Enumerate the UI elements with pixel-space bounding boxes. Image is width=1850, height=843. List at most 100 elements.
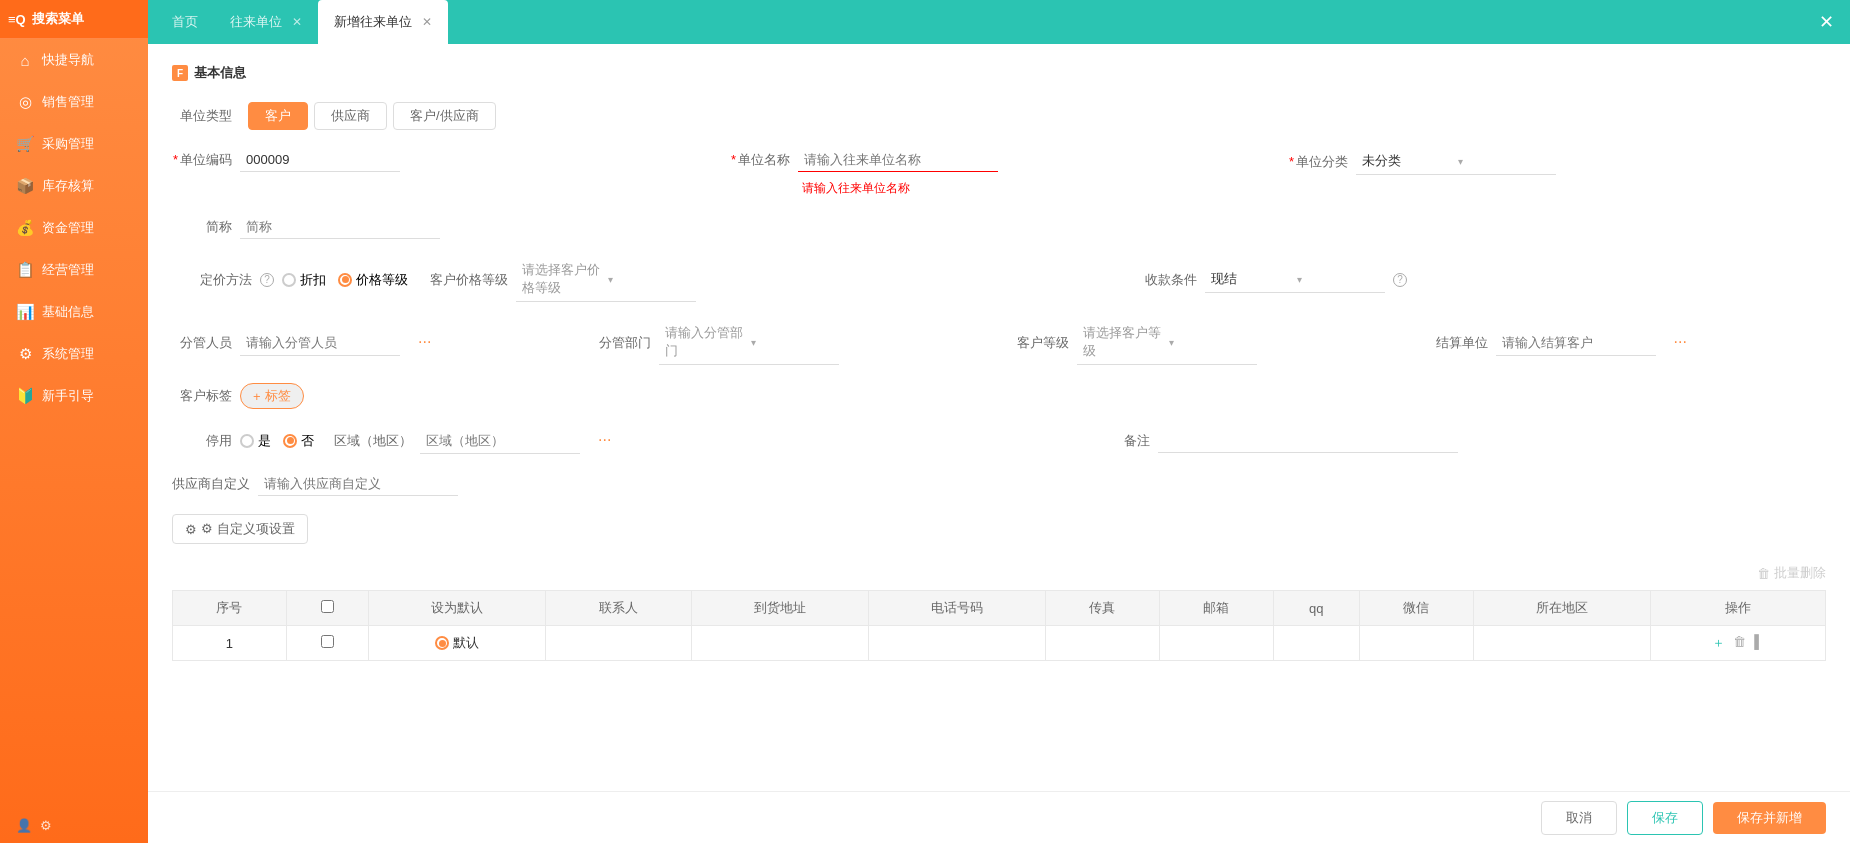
unit-code-label: *单位编码 [172, 151, 232, 169]
region-more-icon[interactable]: ··· [598, 431, 611, 449]
save-and-new-button[interactable]: 保存并新增 [1713, 802, 1826, 834]
sidebar-item-label: 快捷导航 [42, 51, 94, 69]
radio-price-level-label: 价格等级 [356, 271, 408, 289]
row-delete-icon[interactable]: 🗑 [1733, 634, 1746, 652]
region-input-wrap: ··· [420, 427, 580, 454]
sidebar-item-purchase[interactable]: 🛒 采购管理 [0, 123, 148, 165]
select-all-checkbox[interactable] [321, 600, 334, 613]
sidebar-item-system[interactable]: ⚙ 系统管理 [0, 333, 148, 375]
row-add-icon[interactable]: ＋ [1712, 634, 1725, 652]
pricing-help-icon[interactable]: ? [260, 273, 274, 287]
form-group-customer-tag: 客户标签 + 标签 [172, 383, 1826, 409]
contact-table: 序号 设为默认 联系人 到货地址 电话号码 传真 邮箱 qq 微信 所在地区 操… [172, 590, 1826, 661]
disabled-radio-group: 是 否 [240, 432, 314, 450]
sidebar-item-inventory[interactable]: 📦 库存核算 [0, 165, 148, 207]
form-group-manager: 分管人员 ··· [172, 329, 571, 356]
col-contact: 联系人 [546, 591, 691, 626]
chevron-down-icon: ▾ [1458, 156, 1550, 167]
radio-discount-outer [282, 273, 296, 287]
manager-label: 分管人员 [172, 334, 232, 352]
tab-new-partner[interactable]: 新增往来单位 ✕ [318, 0, 448, 44]
purchase-icon: 🛒 [16, 135, 34, 153]
home-icon: ⌂ [16, 51, 34, 69]
row-actions: ＋ 🗑 ▌ [1661, 634, 1815, 652]
form-group-disabled: 停用 是 否 [172, 432, 314, 450]
remark-input[interactable] [1158, 429, 1458, 453]
sidebar-item-quick-nav[interactable]: ⌂ 快捷导航 [0, 39, 148, 81]
radio-no-inner [287, 437, 294, 444]
tab-new-partner-label: 新增往来单位 [334, 13, 412, 31]
form-group-remark: 备注 [1090, 429, 1826, 453]
short-name-label: 简称 [172, 218, 232, 236]
col-email: 邮箱 [1159, 591, 1273, 626]
col-action: 操作 [1650, 591, 1825, 626]
radio-price-level[interactable]: 价格等级 [338, 271, 408, 289]
settlement-input-wrap: ··· [1496, 329, 1656, 356]
form-group-pricing-method: 定价方法 ? 折扣 价格等级 [172, 271, 408, 289]
form-group-payment-terms: 收款条件 现结 ▾ ? [1137, 266, 1826, 293]
cell-seq: 1 [173, 626, 287, 661]
sidebar-item-finance[interactable]: 💰 资金管理 [0, 207, 148, 249]
unit-name-input[interactable] [798, 148, 998, 172]
sidebar-footer: 👤 ⚙ [0, 808, 148, 843]
custom-settings-button[interactable]: ⚙ ⚙ 自定义项设置 [172, 514, 308, 544]
form-group-name: *单位名称 请输入往来单位名称 [730, 148, 1268, 197]
sidebar-item-operations[interactable]: 📋 经营管理 [0, 249, 148, 291]
cancel-button[interactable]: 取消 [1541, 801, 1617, 835]
tab-home[interactable]: 首页 [156, 0, 214, 44]
col-seq: 序号 [173, 591, 287, 626]
customer-tag-add-button[interactable]: + 标签 [240, 383, 304, 409]
form-row-customer-tag: 客户标签 + 标签 [172, 383, 1826, 409]
chevron-down-icon4: ▾ [751, 337, 833, 348]
radio-no[interactable]: 否 [283, 432, 314, 450]
unit-category-select[interactable]: 未分类 ▾ [1356, 148, 1556, 175]
settlement-input[interactable] [1502, 335, 1670, 350]
batch-delete-button[interactable]: 🗑 批量删除 [1757, 564, 1826, 582]
sidebar-search[interactable]: ≡Q 搜索菜单 [0, 0, 148, 39]
tab-partners-close[interactable]: ✕ [292, 15, 302, 29]
finance-icon: 💰 [16, 219, 34, 237]
row-checkbox[interactable] [321, 635, 334, 648]
manager-input[interactable] [246, 335, 414, 350]
supplier-custom-input[interactable] [258, 472, 458, 496]
btn-type-supplier[interactable]: 供应商 [314, 102, 387, 130]
customer-level-select[interactable]: 请选择客户等级 ▾ [1077, 320, 1257, 365]
col-region: 所在地区 [1473, 591, 1650, 626]
btn-type-customer[interactable]: 客户 [248, 102, 308, 130]
form-row-unit-type: 单位类型 客户 供应商 客户/供应商 [172, 102, 1826, 130]
form-group-settlement: 结算单位 ··· [1428, 329, 1827, 356]
customer-price-level-select[interactable]: 请选择客户价格等级 ▾ [516, 257, 696, 302]
chevron-down-icon5: ▾ [1169, 337, 1251, 348]
payment-help-icon[interactable]: ? [1393, 273, 1407, 287]
settlement-more-icon[interactable]: ··· [1674, 333, 1687, 351]
unit-code-input[interactable] [240, 148, 400, 172]
radio-no-outer [283, 434, 297, 448]
tab-partners[interactable]: 往来单位 ✕ [214, 0, 318, 44]
tag-btn-label: 标签 [265, 387, 291, 405]
customer-tag-label: 客户标签 [172, 387, 232, 405]
section-title-label: 基本信息 [194, 64, 246, 82]
save-button[interactable]: 保存 [1627, 801, 1703, 835]
btn-type-both[interactable]: 客户/供应商 [393, 102, 496, 130]
dept-select[interactable]: 请输入分管部门 ▾ [659, 320, 839, 365]
sidebar-item-basic-info[interactable]: 📊 基础信息 [0, 291, 148, 333]
tab-new-partner-close[interactable]: ✕ [422, 15, 432, 29]
sidebar-item-guide[interactable]: 🔰 新手引导 [0, 375, 148, 417]
manager-more-icon[interactable]: ··· [418, 333, 431, 351]
search-icon: ≡Q [8, 12, 26, 27]
sidebar-item-label: 销售管理 [42, 93, 94, 111]
sidebar-item-sales[interactable]: ◎ 销售管理 [0, 81, 148, 123]
operations-icon: 📋 [16, 261, 34, 279]
region-input[interactable] [426, 433, 594, 448]
row-default-radio[interactable]: 默认 [379, 634, 535, 652]
sidebar-item-label: 采购管理 [42, 135, 94, 153]
dept-label: 分管部门 [591, 334, 651, 352]
cell-default: 默认 [369, 626, 546, 661]
pricing-method-label: 定价方法 [172, 271, 252, 289]
payment-terms-select[interactable]: 现结 ▾ [1205, 266, 1385, 293]
radio-yes[interactable]: 是 [240, 432, 271, 450]
radio-discount[interactable]: 折扣 [282, 271, 326, 289]
tab-bar-close-button[interactable]: ✕ [1811, 11, 1842, 33]
short-name-input[interactable] [240, 215, 440, 239]
radio-yes-label: 是 [258, 432, 271, 450]
